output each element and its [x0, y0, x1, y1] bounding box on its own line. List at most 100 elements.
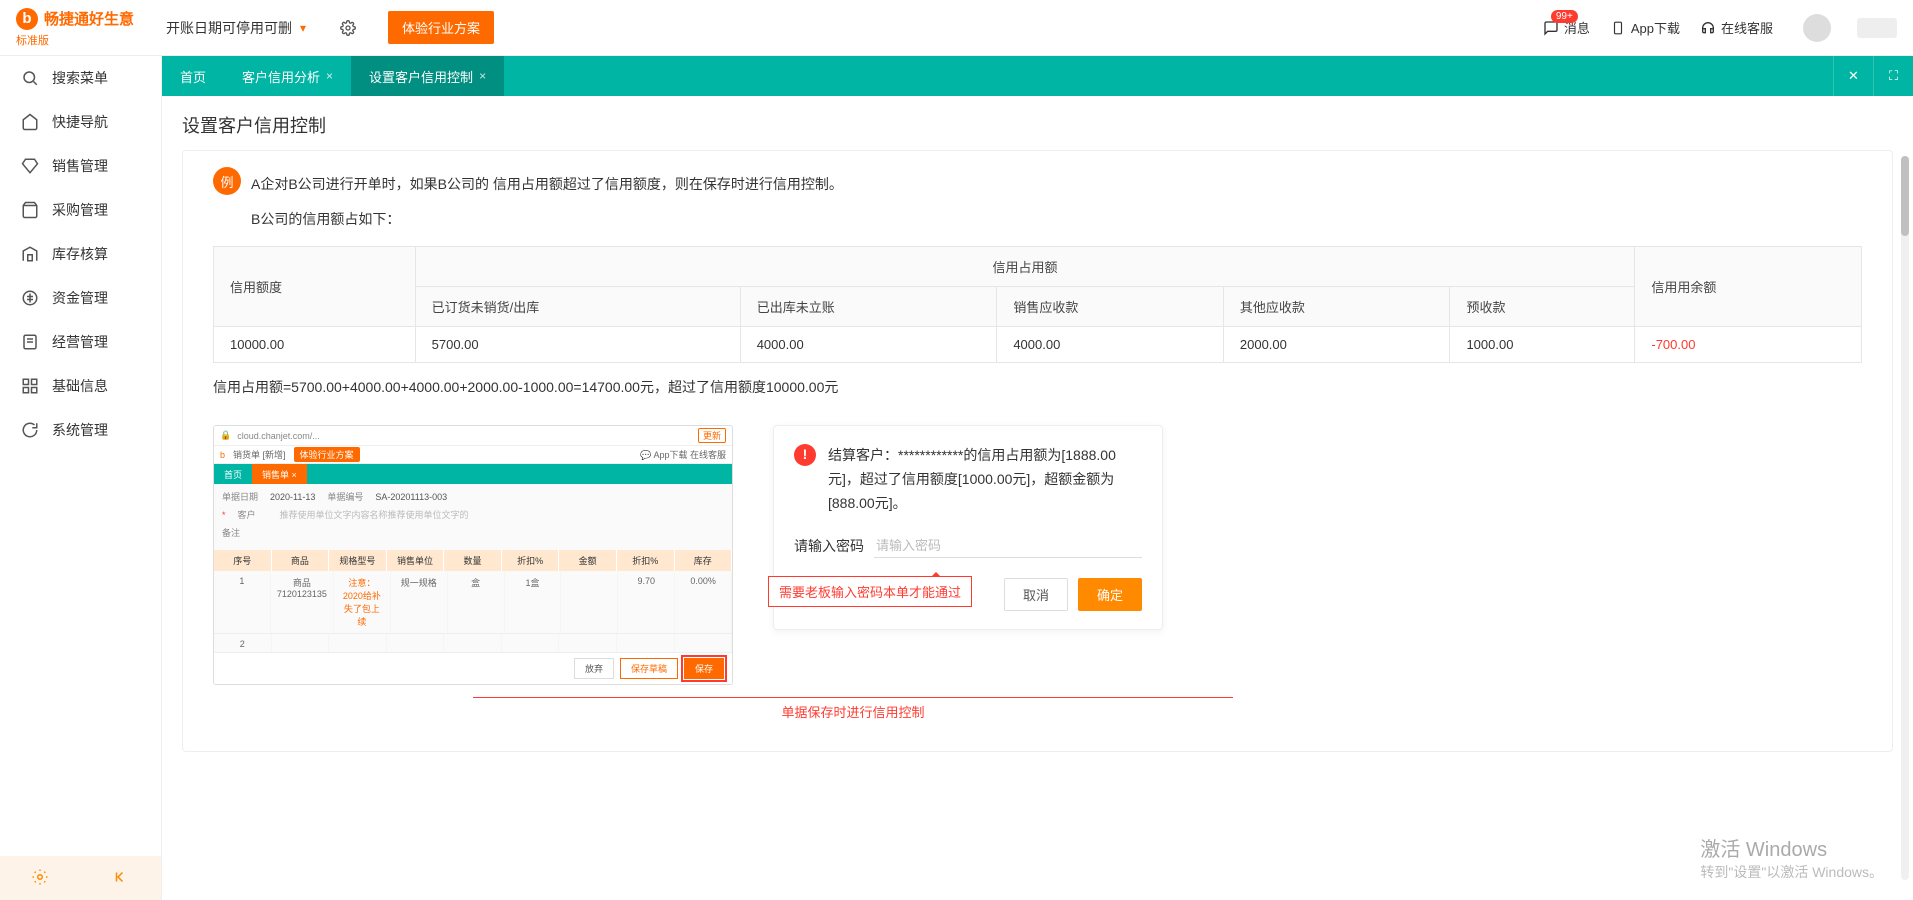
sidebar: 搜索菜单 快捷导航 销售管理 采购管理 库存核算 资金管理 经营管理 基础信息 …: [0, 56, 162, 900]
tab-home[interactable]: 首页: [162, 56, 224, 96]
grid-icon: [20, 376, 40, 396]
header-center: 开账日期可停用可删 ▾ 体验行业方案: [156, 11, 1543, 44]
messages-link[interactable]: 消息 99+: [1543, 18, 1590, 37]
th-col: 已订货未销货/出库: [415, 287, 740, 327]
close-icon[interactable]: ×: [326, 69, 333, 83]
account-select-label: 开账日期可停用可删: [166, 18, 292, 38]
tab-credit-analysis[interactable]: 客户信用分析 ×: [224, 56, 351, 96]
brand-logo: b 畅捷通好生意: [16, 8, 134, 30]
close-icon[interactable]: ×: [479, 69, 486, 83]
shot-save-button: 保存: [684, 658, 724, 679]
collapse-icon[interactable]: [112, 868, 130, 889]
brand-logo-icon: b: [16, 8, 38, 30]
sidebar-item-sales[interactable]: 销售管理: [0, 144, 161, 188]
connector-caption: 单据保存时进行信用控制: [473, 697, 1233, 721]
scrollbar-thumb[interactable]: [1901, 156, 1909, 236]
warning-icon: !: [794, 444, 816, 466]
dialog-message: 结算客户：************的信用占用额为[1888.00元]，超过了信用…: [828, 444, 1142, 515]
tab-label: 首页: [180, 67, 206, 86]
page-title: 设置客户信用控制: [182, 112, 1893, 138]
cell-val: 2000.00: [1223, 327, 1450, 363]
quota-table: 信用额度 信用占用额 信用用余额 已订货未销货/出库 已出库未立账 销售应收款 …: [213, 246, 1862, 363]
formula-text: 信用占用额=5700.00+4000.00+4000.00+2000.00-10…: [213, 377, 1862, 397]
sidebar-item-label: 基础信息: [52, 376, 108, 396]
credit-warning-dialog: ! 结算客户：************的信用占用额为[1888.00元]，超过了…: [773, 425, 1163, 629]
cell-quota: 10000.00: [214, 327, 416, 363]
tab-label: 客户信用分析: [242, 67, 320, 86]
th-col: 预收款: [1450, 287, 1635, 327]
app-download-link[interactable]: App下载: [1610, 18, 1680, 37]
sidebar-item-nav[interactable]: 快捷导航: [0, 100, 161, 144]
sidebar-item-label: 采购管理: [52, 200, 108, 220]
example-line-2: B公司的信用额占如下：: [251, 206, 843, 233]
loop-icon: [20, 420, 40, 440]
app-download-label: App下载: [1631, 18, 1680, 37]
scrollbar[interactable]: [1901, 156, 1909, 880]
th-balance: 信用用余额: [1635, 247, 1862, 327]
table-row: 10000.00 5700.00 4000.00 4000.00 2000.00…: [214, 327, 1862, 363]
account-select[interactable]: 开账日期可停用可删 ▾: [156, 18, 316, 38]
th-quota: 信用额度: [214, 247, 416, 327]
chevron-down-icon: ▾: [300, 21, 306, 35]
th-col: 其他应收款: [1223, 287, 1450, 327]
online-service-label: 在线客服: [1721, 18, 1773, 37]
tab-label: 设置客户信用控制: [369, 67, 473, 86]
brand-area: b 畅捷通好生意 标准版: [16, 8, 156, 48]
sidebar-item-business[interactable]: 经营管理: [0, 320, 161, 364]
header-right: 消息 99+ App下载 在线客服: [1543, 14, 1897, 42]
tab-close-all-button[interactable]: ✕: [1833, 56, 1873, 96]
brand-edition: 标准版: [16, 32, 49, 48]
gear-icon[interactable]: [340, 20, 356, 36]
industry-solution-button[interactable]: 体验行业方案: [388, 11, 494, 44]
th-usage-group: 信用占用额: [415, 247, 1635, 287]
cell-val: 4000.00: [740, 327, 997, 363]
brand-name: 畅捷通好生意: [44, 8, 134, 29]
sidebar-item-search[interactable]: 搜索菜单: [0, 56, 161, 100]
settings-gear-icon[interactable]: [31, 868, 49, 889]
cell-balance: -700.00: [1635, 327, 1862, 363]
th-col: 已出库未立账: [740, 287, 997, 327]
sidebar-item-label: 系统管理: [52, 420, 108, 440]
bag-icon: [20, 200, 40, 220]
content: 首页 客户信用分析 × 设置客户信用控制 × ✕ ⛶ 设置客户信用控制 例 A企对B…: [162, 56, 1913, 900]
top-header: b 畅捷通好生意 标准版 开账日期可停用可删 ▾ 体验行业方案 消息 99+ A…: [0, 0, 1913, 56]
order-screenshot: 🔒cloud.chanjet.com/...更新 b销货单 [新增]体验行业方案…: [213, 425, 733, 685]
sidebar-item-funds[interactable]: 资金管理: [0, 276, 161, 320]
cell-val: 4000.00: [997, 327, 1224, 363]
home-icon: [20, 112, 40, 132]
sidebar-item-label: 库存核算: [52, 244, 108, 264]
sidebar-item-label: 销售管理: [52, 156, 108, 176]
sidebar-item-purchase[interactable]: 采购管理: [0, 188, 161, 232]
sidebar-item-label: 快捷导航: [52, 112, 108, 132]
tab-credit-control-settings[interactable]: 设置客户信用控制 ×: [351, 56, 504, 96]
sidebar-item-label: 经营管理: [52, 332, 108, 352]
sidebar-bottom: [0, 856, 161, 900]
headset-icon: [1700, 20, 1716, 36]
phone-icon: [1610, 20, 1626, 36]
username-placeholder: [1857, 18, 1897, 38]
password-input[interactable]: [874, 534, 1142, 558]
avatar[interactable]: [1803, 14, 1831, 42]
magnifier-icon: [20, 68, 40, 88]
doc-icon: [20, 332, 40, 352]
dialog-callout: 需要老板输入密码本单才能通过: [768, 576, 972, 607]
confirm-button[interactable]: 确定: [1078, 578, 1142, 611]
fullscreen-button[interactable]: ⛶: [1873, 56, 1913, 96]
sidebar-item-system[interactable]: 系统管理: [0, 408, 161, 452]
diamond-icon: [20, 156, 40, 176]
content-box: 例 A企对B公司进行开单时，如果B公司的 信用占用额超过了信用额度，则在保存时进…: [182, 150, 1893, 752]
online-service-link[interactable]: 在线客服: [1700, 18, 1773, 37]
password-label: 请输入密码: [794, 536, 864, 556]
messages-badge: 99+: [1551, 10, 1578, 23]
sidebar-item-stock[interactable]: 库存核算: [0, 232, 161, 276]
example-badge: 例: [213, 167, 241, 195]
example-line-1: A企对B公司进行开单时，如果B公司的 信用占用额超过了信用额度，则在保存时进行信…: [251, 171, 843, 198]
cell-val: 1000.00: [1450, 327, 1635, 363]
sidebar-item-basic[interactable]: 基础信息: [0, 364, 161, 408]
cell-val: 5700.00: [415, 327, 740, 363]
th-col: 销售应收款: [997, 287, 1224, 327]
sidebar-item-label: 资金管理: [52, 288, 108, 308]
cancel-button[interactable]: 取消: [1004, 578, 1068, 611]
sidebar-item-label: 搜索菜单: [52, 68, 108, 88]
money-icon: [20, 288, 40, 308]
